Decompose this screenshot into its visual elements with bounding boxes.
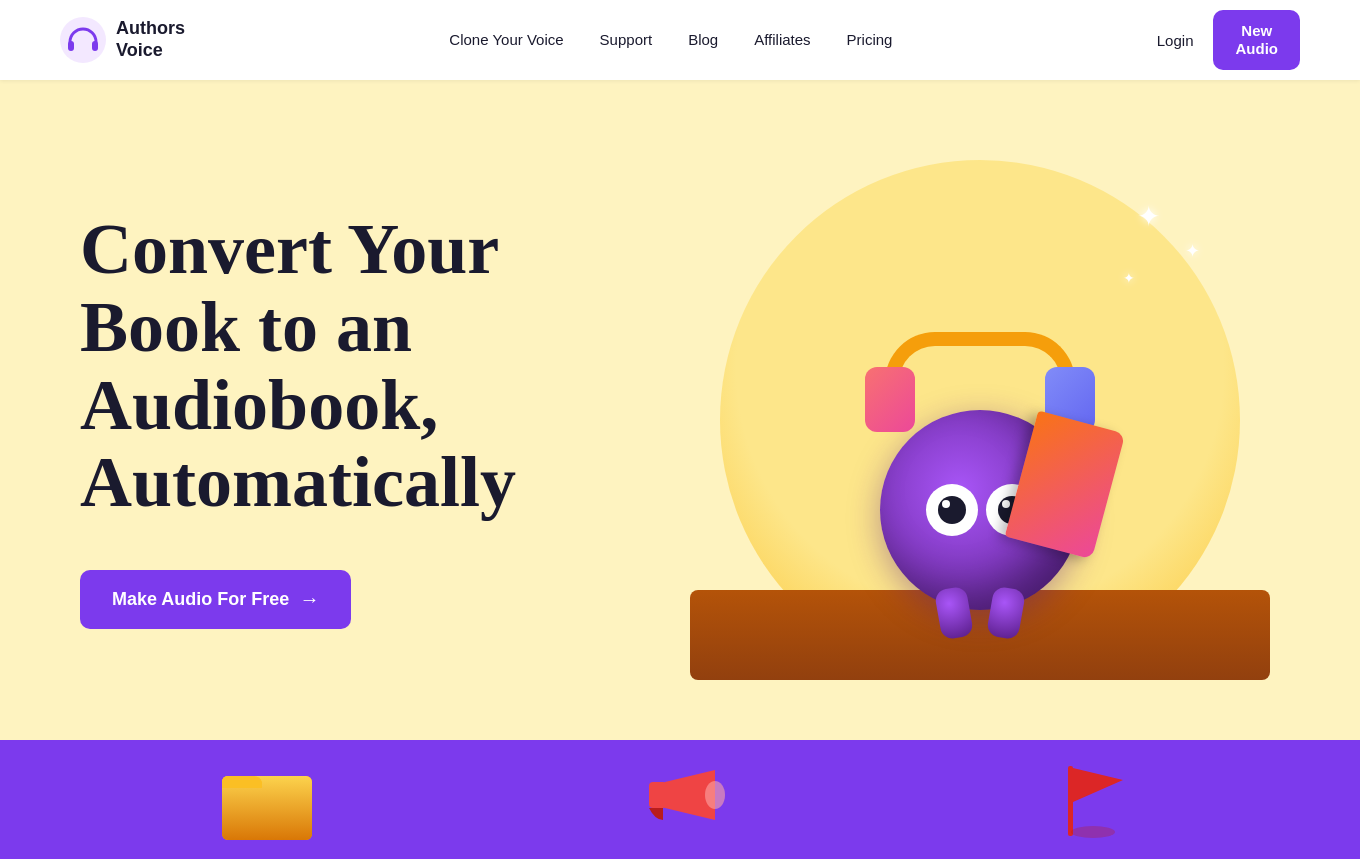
hero-title: Convert Your Book to an Audiobook, Autom… [80, 211, 680, 522]
logo[interactable]: Authors Voice [60, 17, 185, 63]
nav-clone-voice[interactable]: Clone Your Voice [449, 31, 563, 49]
nav-links: Clone Your Voice Support Blog Affiliates… [449, 31, 892, 49]
flag-icon [1048, 760, 1138, 840]
megaphone-icon [635, 760, 725, 840]
monster-character [840, 270, 1120, 610]
svg-rect-2 [92, 41, 98, 51]
nav-affiliates[interactable]: Affiliates [754, 31, 810, 49]
sparkle-icon-2: ✦ [1185, 240, 1200, 262]
nav-pricing[interactable]: Pricing [847, 31, 893, 49]
nav-support[interactable]: Support [600, 31, 653, 49]
logo-text: Authors Voice [116, 18, 185, 61]
headphone-left-cup [865, 367, 915, 432]
hero-right: ✦ ✦ ✦ [680, 140, 1280, 700]
hero-left: Convert Your Book to an Audiobook, Autom… [80, 211, 680, 629]
flag-icon-item [1048, 760, 1138, 840]
make-audio-button[interactable]: Make Audio For Free → [80, 570, 351, 629]
svg-marker-9 [1073, 768, 1123, 802]
svg-point-10 [1071, 826, 1115, 838]
logo-icon [60, 17, 106, 63]
hero-section: Convert Your Book to an Audiobook, Autom… [0, 80, 1360, 740]
cta-label: Make Audio For Free [112, 589, 289, 610]
svg-rect-8 [1068, 766, 1073, 836]
new-audio-button[interactable]: NewAudio [1213, 10, 1300, 70]
login-button[interactable]: Login [1157, 32, 1194, 49]
sparkle-icon-3: ✦ [1123, 270, 1135, 287]
svg-point-0 [60, 17, 106, 63]
nav-blog[interactable]: Blog [688, 31, 718, 49]
nav-right: Login NewAudio [1157, 10, 1300, 70]
svg-rect-1 [68, 41, 74, 51]
megaphone-icon-item [635, 760, 725, 840]
svg-point-7 [705, 781, 725, 809]
folder-icon-item [222, 760, 312, 840]
folder-icon [222, 760, 312, 840]
bottom-strip [0, 740, 1360, 859]
navbar: Authors Voice Clone Your Voice Support B… [0, 0, 1360, 80]
pupil-left [938, 496, 966, 524]
monster-eye-left [926, 484, 978, 536]
cta-arrow-icon: → [299, 588, 319, 611]
sparkle-icon-1: ✦ [1137, 200, 1160, 233]
svg-rect-6 [649, 782, 667, 808]
